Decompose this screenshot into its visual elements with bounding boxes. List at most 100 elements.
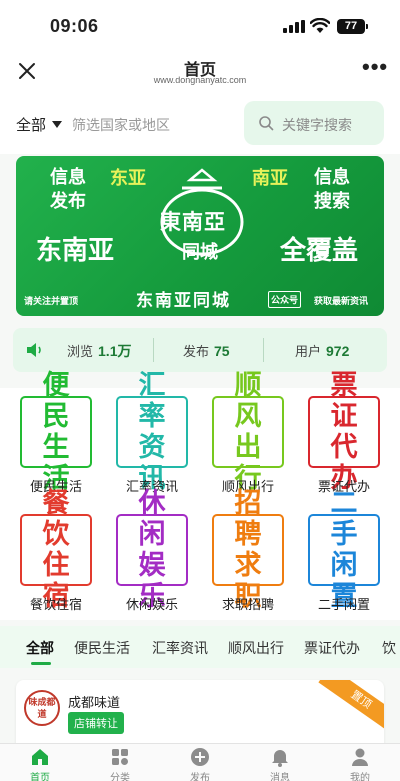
stats-bar: 浏览 1.1万 发布 75 用户 972 bbox=[13, 328, 387, 372]
category-icon: 休闲娱乐 bbox=[116, 488, 188, 612]
category-glyph: 资 bbox=[138, 432, 166, 463]
tab-life[interactable]: 便民生活 bbox=[74, 638, 130, 658]
category-icon: 二手闲置 bbox=[308, 488, 380, 612]
tab-rideshare[interactable]: 顺风出行 bbox=[228, 638, 284, 658]
category-glyph: 证 bbox=[330, 401, 358, 432]
banner-logo-text: 東南亞 bbox=[160, 210, 226, 234]
category-glyph: 聘 bbox=[234, 519, 262, 550]
more-icon[interactable]: ••• bbox=[362, 56, 387, 80]
banner-bottom-left: 请关注并置顶 bbox=[24, 297, 79, 307]
page-url: www.dongnanyatc.com bbox=[153, 75, 247, 85]
tabbar-label: 消息 bbox=[270, 773, 290, 781]
caret-down-icon bbox=[52, 121, 63, 128]
tabbar-item[interactable]: 分类 bbox=[80, 746, 160, 781]
category-label: 二手闲置 bbox=[317, 597, 370, 612]
category-item[interactable]: 二手闲置二手闲置 bbox=[304, 488, 384, 613]
pinned-ribbon: 置顶 bbox=[318, 680, 384, 735]
banner-badge: 公众号 bbox=[268, 291, 302, 308]
status-bar: 09:06 77 bbox=[0, 0, 400, 52]
tabbar-item[interactable]: 消息 bbox=[240, 746, 320, 781]
category-item[interactable]: 休闲娱乐休闲娱乐 bbox=[112, 488, 192, 613]
divider bbox=[263, 338, 264, 362]
divider bbox=[153, 338, 154, 362]
category-label: 求职招聘 bbox=[221, 597, 274, 612]
bottom-tab-bar: 首页 分类 发布 消息 我的 bbox=[0, 743, 400, 781]
tabbar-label: 分类 bbox=[110, 773, 130, 781]
active-tab-indicator bbox=[31, 662, 51, 665]
grid-icon bbox=[112, 749, 128, 765]
category-glyph: 住 bbox=[42, 550, 70, 581]
banner-logo-sub: 同城 bbox=[182, 242, 218, 263]
nav-bar: 首页 www.dongnanyatc.com ••• bbox=[0, 52, 400, 92]
category-grid: 便民生活便民生活汇率资讯汇率资讯顺风出行顺风出行票证代办票证代办餐饮住宿餐饮住宿… bbox=[0, 370, 400, 620]
tab-all[interactable]: 全部 bbox=[26, 638, 54, 658]
status-time: 09:06 bbox=[50, 16, 99, 36]
tab-documents[interactable]: 票证代办 bbox=[304, 638, 360, 658]
banner-left-top: 信息 发布 bbox=[50, 167, 86, 212]
filter-bar: 全部 筛选国家或地区 关键字搜索 bbox=[0, 92, 400, 154]
category-glyph: 闲 bbox=[138, 519, 166, 550]
category-glyph: 率 bbox=[138, 401, 166, 432]
tabbar-label: 我的 bbox=[350, 773, 370, 781]
category-glyph: 二 bbox=[330, 488, 358, 519]
category-icon: 招聘求职 bbox=[212, 488, 284, 612]
tab-exchange[interactable]: 汇率资讯 bbox=[152, 638, 208, 658]
banner-big-right: 全覆盖 bbox=[280, 236, 359, 266]
tab-dining[interactable]: 饮 bbox=[382, 638, 396, 658]
listing-title: 成都味道 bbox=[68, 695, 121, 710]
user-icon bbox=[352, 748, 368, 766]
tabbar-item[interactable]: 首页 bbox=[0, 746, 80, 781]
category-item[interactable]: 便民生活便民生活 bbox=[16, 370, 96, 495]
battery-icon: 77 bbox=[337, 19, 368, 34]
region-filter-input[interactable]: 筛选国家或地区 bbox=[72, 115, 170, 135]
category-item[interactable]: 票证代办票证代办 bbox=[304, 370, 384, 495]
shop-avatar: 味成都道 bbox=[24, 690, 60, 726]
category-glyph: 娱 bbox=[138, 550, 166, 581]
category-icon: 顺风出行 bbox=[212, 370, 284, 494]
speaker-icon bbox=[27, 343, 41, 357]
tabbar-item[interactable]: 发布 bbox=[160, 746, 240, 781]
category-tabs: 全部 便民生活 汇率资讯 顺风出行 票证代办 饮 bbox=[0, 626, 400, 668]
category-glyph: 餐 bbox=[42, 488, 70, 519]
banner-bottom-center: 东南亚同城 bbox=[136, 291, 231, 311]
category-icon: 餐饮住宿 bbox=[20, 488, 92, 612]
search-placeholder: 关键字搜索 bbox=[282, 117, 352, 133]
category-item[interactable]: 汇率资讯汇率资讯 bbox=[112, 370, 192, 495]
category-glyph: 汇 bbox=[138, 370, 166, 401]
category-glyph: 民 bbox=[42, 401, 70, 432]
category-glyph: 票 bbox=[330, 370, 358, 401]
region-select-label: 全部 bbox=[16, 117, 47, 134]
category-icon: 票证代办 bbox=[308, 370, 380, 494]
category-label: 休闲娱乐 bbox=[125, 597, 178, 612]
category-glyph: 招 bbox=[234, 488, 262, 519]
stat-users: 用户 972 bbox=[295, 343, 350, 359]
tabbar-label: 发布 bbox=[190, 773, 210, 781]
tabbar-item[interactable]: 我的 bbox=[320, 746, 400, 781]
stat-posts: 发布 75 bbox=[183, 343, 230, 359]
category-item[interactable]: 餐饮住宿餐饮住宿 bbox=[16, 488, 96, 613]
category-item[interactable]: 招聘求职求职招聘 bbox=[208, 488, 288, 613]
category-icon: 汇率资讯 bbox=[116, 370, 188, 494]
category-item[interactable]: 顺风出行顺风出行 bbox=[208, 370, 288, 495]
listing-tag: 店铺转让 bbox=[68, 712, 124, 734]
banner-right-top: 信息 搜索 bbox=[314, 167, 350, 212]
banner-big-left: 东南亚 bbox=[36, 236, 115, 266]
promo-banner[interactable]: 信息 发布 东亚 南亚 信息 搜索 東南亞 同城 东南亚 全覆盖 请关注并置顶 东南… bbox=[16, 156, 384, 316]
category-glyph: 饮 bbox=[42, 519, 70, 550]
category-glyph: 出 bbox=[234, 432, 262, 463]
category-glyph: 求 bbox=[234, 550, 262, 581]
category-glyph: 便 bbox=[42, 370, 70, 401]
category-glyph: 顺 bbox=[234, 370, 262, 401]
category-glyph: 休 bbox=[138, 488, 166, 519]
wifi-icon bbox=[310, 18, 330, 33]
category-glyph: 闲 bbox=[330, 550, 358, 581]
category-icon: 便民生活 bbox=[20, 370, 92, 494]
region-select[interactable]: 全部 bbox=[16, 114, 63, 135]
category-glyph: 生 bbox=[42, 432, 70, 463]
category-glyph: 手 bbox=[330, 519, 358, 550]
page-content: 全部 筛选国家或地区 关键字搜索 信息 发布 东亚 南亚 信息 搜索 東南亞 同… bbox=[0, 92, 400, 781]
search-input[interactable]: 关键字搜索 bbox=[244, 101, 384, 145]
banner-yellow-right: 南亚 bbox=[252, 168, 288, 189]
tabbar-label: 首页 bbox=[30, 773, 50, 781]
banner-yellow-left: 东亚 bbox=[110, 168, 146, 189]
